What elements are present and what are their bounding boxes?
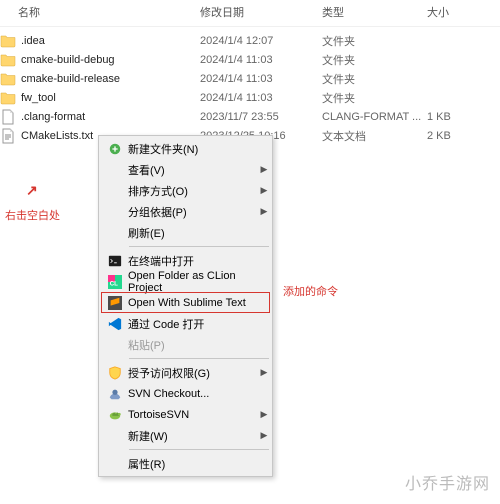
menu-label: 排序方式(O) [128,183,258,199]
menu-label: Open Folder as CLion Project [128,270,258,294]
shield-icon [105,365,125,381]
terminal-icon [105,253,125,269]
menu-label: 新建(W) [128,428,258,444]
submenu-arrow-icon: ▶ [258,367,270,378]
menu-label: 粘贴(P) [128,337,258,353]
file-row[interactable]: .clang-format2023/11/7 23:55CLANG-FORMAT… [0,107,500,126]
menu-label: 新建文件夹(N) [128,141,258,157]
vscode-icon [105,316,125,332]
submenu-arrow-icon: ▶ [258,164,270,175]
menu-label: TortoiseSVN [128,409,258,421]
menu-label: 刷新(E) [128,225,258,241]
submenu-arrow-icon: ▶ [258,185,270,196]
menu-item[interactable]: 分组依据(P)▶ [101,201,270,222]
file-type: 文本文档 [322,128,427,144]
submenu-arrow-icon: ▶ [258,430,270,441]
file-name: cmake-build-debug [18,54,200,66]
menu-label: 授予访问权限(G) [128,365,258,381]
menu-item[interactable]: SVN Checkout... [101,383,270,404]
menu-item[interactable]: 刷新(E) [101,222,270,243]
menu-label: 在终端中打开 [128,253,258,269]
menu-item: 粘贴(P) [101,334,270,355]
menu-item[interactable]: 新建(W)▶ [101,425,270,446]
column-name[interactable]: 名称 [0,4,200,20]
file-type: CLANG-FORMAT ... [322,111,427,123]
watermark: 小乔手游网 [405,470,490,494]
menu-label: SVN Checkout... [128,388,258,400]
menu-separator [129,358,269,359]
file-list[interactable]: .idea2024/1/4 12:07文件夹cmake-build-debug2… [0,27,500,145]
menu-label: 分组依据(P) [128,204,258,220]
file-explorer: 名称 修改日期 类型 大小 .idea2024/1/4 12:07文件夹cmak… [0,0,500,145]
svn-icon [105,386,125,402]
column-date[interactable]: 修改日期 [200,4,322,20]
annotation-arrow: ↗ [26,182,38,199]
file-row[interactable]: cmake-build-debug2024/1/4 11:03文件夹 [0,50,500,69]
file-date: 2024/1/4 11:03 [200,73,322,85]
submenu-arrow-icon: ▶ [258,206,270,217]
file-name: .clang-format [18,111,200,123]
column-size[interactable]: 大小 [427,4,482,20]
clion-icon: CL [105,274,125,290]
blank-icon [105,162,125,178]
menu-separator [129,449,269,450]
new-icon [105,141,125,157]
file-date: 2024/1/4 12:07 [200,35,322,47]
folder-icon [0,52,18,68]
blank-icon [105,183,125,199]
annotation-right-text: 添加的命令 [283,283,338,299]
menu-item[interactable]: TortoiseSVN▶ [101,404,270,425]
menu-label: 查看(V) [128,162,258,178]
file-row[interactable]: fw_tool2024/1/4 11:03文件夹 [0,88,500,107]
menu-item[interactable]: 查看(V)▶ [101,159,270,180]
blank-icon [105,225,125,241]
menu-item[interactable]: CL Open Folder as CLion Project [101,271,270,292]
file-size: 1 KB [427,111,482,123]
menu-item[interactable]: 在终端中打开 [101,250,270,271]
file-row[interactable]: .idea2024/1/4 12:07文件夹 [0,31,500,50]
menu-item[interactable]: 新建文件夹(N) [101,138,270,159]
menu-item[interactable]: Open With Sublime Text [101,292,270,313]
folder-icon [0,71,18,87]
tortoise-icon [105,407,125,423]
menu-item[interactable]: 排序方式(O)▶ [101,180,270,201]
file-name: cmake-build-release [18,73,200,85]
file-icon [0,109,18,125]
svg-text:CL: CL [110,280,118,287]
column-headers: 名称 修改日期 类型 大小 [0,0,500,27]
file-row[interactable]: cmake-build-release2024/1/4 11:03文件夹 [0,69,500,88]
file-name: .idea [18,35,200,47]
file-type: 文件夹 [322,52,427,68]
file-type: 文件夹 [322,71,427,87]
menu-item[interactable]: 通过 Code 打开 [101,313,270,334]
blank-icon [105,456,125,472]
file-date: 2024/1/4 11:03 [200,92,322,104]
file-size: 2 KB [427,130,482,142]
menu-label: 属性(R) [128,456,258,472]
sublime-icon [105,295,125,311]
menu-item[interactable]: 授予访问权限(G)▶ [101,362,270,383]
submenu-arrow-icon: ▶ [258,409,270,420]
file-type: 文件夹 [322,90,427,106]
column-type[interactable]: 类型 [322,4,427,20]
menu-label: Open With Sublime Text [128,297,258,309]
menu-separator [129,246,269,247]
folder-icon [0,90,18,106]
blank-icon [105,337,125,353]
file-type: 文件夹 [322,33,427,49]
file-name: fw_tool [18,92,200,104]
menu-label: 通过 Code 打开 [128,316,258,332]
txt-icon [0,128,18,144]
context-menu: 新建文件夹(N)查看(V)▶排序方式(O)▶分组依据(P)▶刷新(E)在终端中打… [98,135,273,477]
file-date: 2023/11/7 23:55 [200,111,322,123]
folder-icon [0,33,18,49]
file-date: 2024/1/4 11:03 [200,54,322,66]
annotation-left-text: 右击空白处 [5,207,60,223]
blank-icon [105,428,125,444]
blank-icon [105,204,125,220]
menu-item[interactable]: 属性(R) [101,453,270,474]
